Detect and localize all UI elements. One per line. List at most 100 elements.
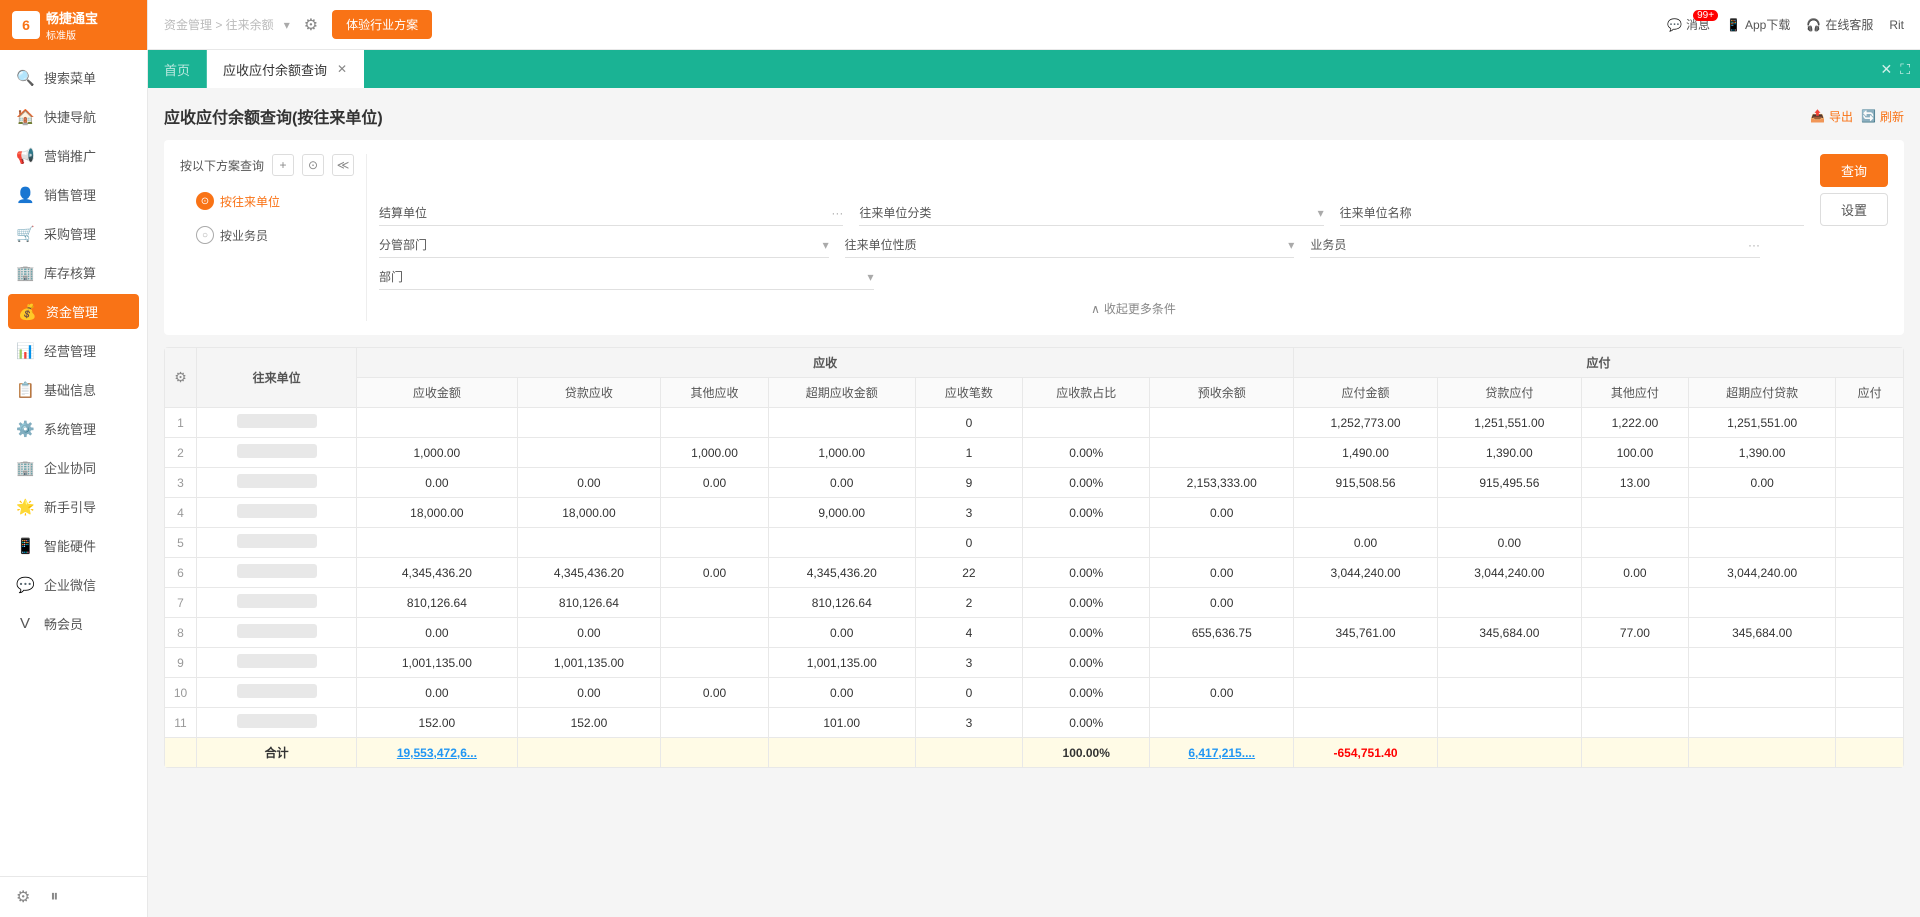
sidebar-item-finance[interactable]: 💰 资金管理	[8, 294, 139, 329]
option-by-partner[interactable]: ⊙ 按往来单位	[188, 188, 354, 214]
ap-loan-link[interactable]: 1,390.00	[1486, 446, 1533, 460]
sidebar-item-wechat[interactable]: 💬 企业微信	[0, 565, 147, 604]
cell-ar-loan: 152.00	[517, 708, 661, 738]
ar-loan-link[interactable]: 0.00	[577, 686, 600, 700]
footer-prepay[interactable]: 6,417,215....	[1150, 738, 1294, 768]
sidebar-item-hardware[interactable]: 📱 智能硬件	[0, 526, 147, 565]
ar-amount-link[interactable]: 0.00	[425, 626, 448, 640]
ap-amount-link[interactable]: 1,252,773.00	[1330, 416, 1400, 430]
ar-other-link[interactable]: 0.00	[703, 476, 726, 490]
sidebar-item-operation[interactable]: 📊 经营管理	[0, 331, 147, 370]
ar-loan-link[interactable]: 1,001,135.00	[554, 656, 624, 670]
sidebar-item-sales[interactable]: 👤 销售管理	[0, 175, 147, 214]
table-settings-icon[interactable]: ⚙	[174, 369, 187, 386]
search-options: ⊙ 按往来单位 ○ 按业务员	[188, 188, 354, 248]
ap-amount-link[interactable]: 1,490.00	[1342, 446, 1389, 460]
footer-ar-amount[interactable]: 19,553,472,6...	[357, 738, 517, 768]
ap-other-link[interactable]: 100.00	[1617, 446, 1654, 460]
tab-close-all-icon[interactable]: ✕	[1880, 61, 1892, 78]
prepay-link[interactable]: 0.00	[1210, 506, 1233, 520]
ap-overdue-loan-link[interactable]: 1,251,551.00	[1727, 416, 1797, 430]
sidebar-item-enterprise[interactable]: 🏢 企业协同	[0, 448, 147, 487]
promo-button[interactable]: 体验行业方案	[332, 10, 432, 39]
sidebar-item-guide[interactable]: 🌟 新手引导	[0, 487, 147, 526]
settlement-dots-icon[interactable]: ···	[831, 206, 843, 220]
sidebar-item-basic-info[interactable]: 📋 基础信息	[0, 370, 147, 409]
table-row: 2 1,000.00 1,000.00 1,000.00 1 0.00% 1,4…	[165, 438, 1904, 468]
tab-close-icon[interactable]: ✕	[337, 62, 347, 76]
ap-amount-link[interactable]: 0.00	[1354, 536, 1377, 550]
messages-btn[interactable]: 💬 消息 99+	[1667, 16, 1710, 33]
ar-amount-link[interactable]: 810,126.64	[407, 596, 467, 610]
ar-amount-link[interactable]: 152.00	[419, 716, 456, 730]
ap-amount-link[interactable]: 3,044,240.00	[1330, 566, 1400, 580]
sidebar-item-member[interactable]: V 畅会员	[0, 604, 147, 643]
ar-loan-link[interactable]: 810,126.64	[559, 596, 619, 610]
edit-scheme-button[interactable]: ⊙	[302, 154, 324, 176]
sidebar-item-system[interactable]: ⚙️ 系统管理	[0, 409, 147, 448]
ap-overdue-loan-link[interactable]: 1,390.00	[1739, 446, 1786, 460]
prepay-link[interactable]: 0.00	[1210, 566, 1233, 580]
ap-other-link[interactable]: 0.00	[1623, 566, 1646, 580]
add-scheme-button[interactable]: +	[272, 154, 294, 176]
collapse-scheme-button[interactable]: ≪	[332, 154, 354, 176]
ar-loan-link[interactable]: 152.00	[571, 716, 608, 730]
ar-amount-link[interactable]: 0.00	[425, 476, 448, 490]
ar-other-link[interactable]: 1,000.00	[691, 446, 738, 460]
settings-icon[interactable]: ⚙	[16, 887, 30, 907]
sidebar-item-purchase[interactable]: 🛒 采购管理	[0, 214, 147, 253]
tab-expand-icon[interactable]: ⛶	[1900, 61, 1910, 78]
sidebar-item-search-menu[interactable]: 🔍 搜索菜单	[0, 58, 147, 97]
ar-other-link[interactable]: 0.00	[703, 566, 726, 580]
tab-home[interactable]: 首页	[148, 50, 207, 88]
ar-amount-link[interactable]: 18,000.00	[410, 506, 463, 520]
collapse-icon[interactable]: ⏸	[50, 888, 58, 906]
prepay-link[interactable]: 0.00	[1210, 686, 1233, 700]
ar-loan-link[interactable]: 18,000.00	[562, 506, 615, 520]
prepay-link[interactable]: 2,153,333.00	[1187, 476, 1257, 490]
ar-loan-link[interactable]: 4,345,436.20	[554, 566, 624, 580]
ap-loan-link[interactable]: 1,251,551.00	[1474, 416, 1544, 430]
option-by-salesperson[interactable]: ○ 按业务员	[188, 222, 354, 248]
sidebar-label-enterprise: 企业协同	[44, 458, 96, 477]
ap-loan-link[interactable]: 915,495.56	[1479, 476, 1539, 490]
sidebar-item-marketing[interactable]: 📢 营销推广	[0, 136, 147, 175]
ap-other-link[interactable]: 13.00	[1620, 476, 1650, 490]
user-name[interactable]: Rit	[1889, 18, 1904, 32]
partner-category-chevron-icon[interactable]: ▾	[1318, 206, 1324, 220]
gear-icon[interactable]: ⚙	[304, 15, 318, 35]
ar-other-link[interactable]: 0.00	[703, 686, 726, 700]
partner-nature-chevron-icon[interactable]: ▾	[1288, 238, 1294, 252]
ap-overdue-loan-link[interactable]: 0.00	[1750, 476, 1773, 490]
prepay-link[interactable]: 655,636.75	[1192, 626, 1252, 640]
ar-loan-link[interactable]: 0.00	[577, 626, 600, 640]
app-download-btn[interactable]: 📱 App下载	[1726, 16, 1790, 33]
tab-ar-ap[interactable]: 应收应付余额查询 ✕	[207, 50, 364, 88]
ar-amount-link[interactable]: 1,001,135.00	[402, 656, 472, 670]
sidebar-item-quick-nav[interactable]: 🏠 快捷导航	[0, 97, 147, 136]
ap-amount-link[interactable]: 915,508.56	[1336, 476, 1396, 490]
refresh-button[interactable]: 🔄 刷新	[1861, 108, 1904, 125]
salesperson-dots-icon[interactable]: ···	[1748, 238, 1760, 252]
ap-loan-link[interactable]: 345,684.00	[1479, 626, 1539, 640]
ar-loan-link[interactable]: 0.00	[577, 476, 600, 490]
prepay-link[interactable]: 0.00	[1210, 596, 1233, 610]
setting-button[interactable]: 设置	[1820, 193, 1888, 226]
dept-head-chevron-icon[interactable]: ▾	[823, 238, 829, 252]
collapse-btn[interactable]: ∧ 收起更多条件	[1087, 296, 1180, 321]
sidebar-item-inventory[interactable]: 🏢 库存核算	[0, 253, 147, 292]
online-service-btn[interactable]: 🎧 在线客服	[1806, 16, 1873, 33]
ap-overdue-loan-link[interactable]: 345,684.00	[1732, 626, 1792, 640]
ap-overdue-loan-link[interactable]: 3,044,240.00	[1727, 566, 1797, 580]
ar-amount-link[interactable]: 1,000.00	[414, 446, 461, 460]
ap-other-link[interactable]: 1,222.00	[1612, 416, 1659, 430]
dept-chevron-icon[interactable]: ▾	[867, 270, 873, 284]
ar-amount-link[interactable]: 0.00	[425, 686, 448, 700]
ap-loan-link[interactable]: 0.00	[1498, 536, 1521, 550]
ap-amount-link[interactable]: 345,761.00	[1336, 626, 1396, 640]
ap-loan-link[interactable]: 3,044,240.00	[1474, 566, 1544, 580]
query-button[interactable]: 查询	[1820, 154, 1888, 187]
ap-other-link[interactable]: 77.00	[1620, 626, 1650, 640]
export-button[interactable]: 📤 导出	[1810, 108, 1853, 125]
ar-amount-link[interactable]: 4,345,436.20	[402, 566, 472, 580]
